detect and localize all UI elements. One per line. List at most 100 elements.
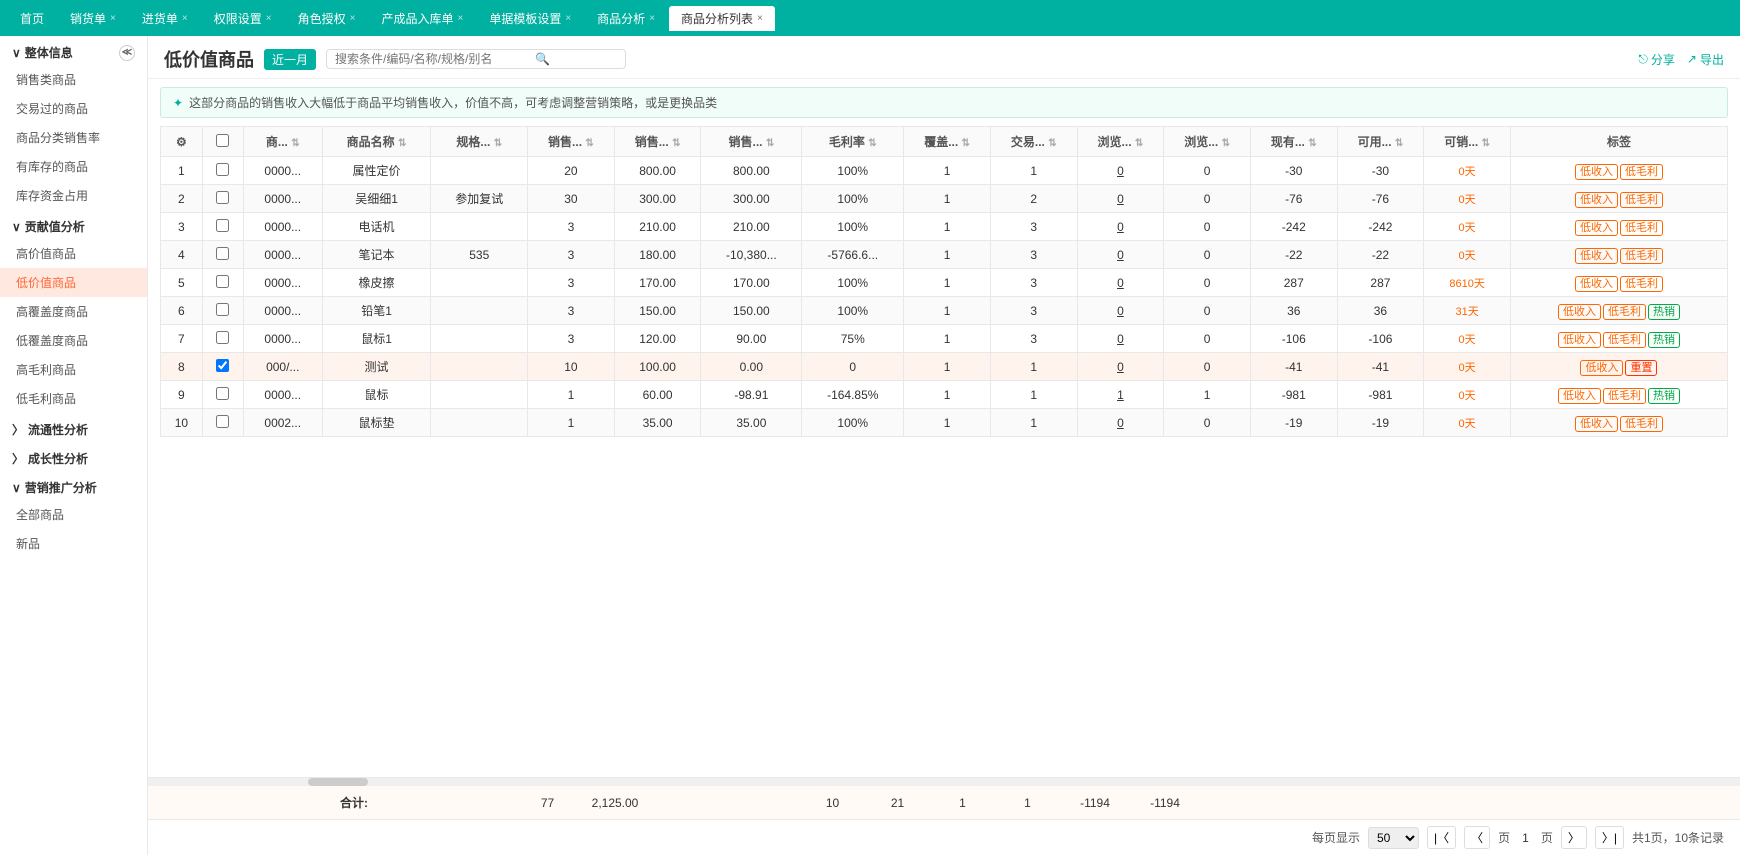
nav-roles[interactable]: 角色授权 × — [286, 6, 368, 31]
prev-page-button[interactable]: 〈 — [1464, 826, 1490, 849]
row-checkbox[interactable] — [202, 269, 243, 297]
row-browse1[interactable]: 0 — [1077, 297, 1164, 325]
row-check[interactable] — [216, 415, 229, 428]
row-browse1[interactable]: 1 — [1077, 381, 1164, 409]
col-browse2[interactable]: 浏览... ⇅ — [1164, 127, 1251, 157]
table-row[interactable]: 6 0000... 铅笔1 3 150.00 150.00 100% 1 3 0… — [161, 297, 1728, 325]
col-available[interactable]: 可用... ⇅ — [1337, 127, 1424, 157]
row-checkbox[interactable] — [202, 325, 243, 353]
sidebar-item-new-products[interactable]: 新品 — [0, 529, 147, 558]
sidebar-item-category-rate[interactable]: 商品分类销售率 — [0, 123, 147, 152]
table-row[interactable]: 2 0000... 吴细细1 参加复试 30 300.00 300.00 100… — [161, 185, 1728, 213]
close-sales-icon[interactable]: × — [110, 13, 116, 24]
row-check[interactable] — [216, 331, 229, 344]
col-gross-rate[interactable]: 毛利率 ⇅ — [802, 127, 904, 157]
search-input[interactable] — [335, 52, 535, 66]
col-sales-qty[interactable]: 销售... ⇅ — [528, 127, 615, 157]
sidebar-item-high-margin[interactable]: 高毛利商品 — [0, 355, 147, 384]
table-row[interactable]: 4 0000... 笔记本 535 3 180.00 -10,380... -5… — [161, 241, 1728, 269]
table-row[interactable]: 7 0000... 鼠标1 3 120.00 90.00 75% 1 3 0 0… — [161, 325, 1728, 353]
col-browse1[interactable]: 浏览... ⇅ — [1077, 127, 1164, 157]
row-check[interactable] — [216, 163, 229, 176]
sidebar-group-circulation[interactable]: 〉 流通性分析 — [0, 413, 147, 442]
filter-tag-button[interactable]: 近一月 — [264, 49, 316, 70]
next-page-button[interactable]: 〉 — [1561, 826, 1587, 849]
col-tags[interactable]: 标签 — [1510, 127, 1727, 157]
sidebar-item-low-margin[interactable]: 低毛利商品 — [0, 384, 147, 413]
table-row[interactable]: 9 0000... 鼠标 1 60.00 -98.91 -164.85% 1 1… — [161, 381, 1728, 409]
sidebar-item-low-value[interactable]: 低价值商品 — [0, 268, 147, 297]
row-checkbox[interactable] — [202, 409, 243, 437]
sidebar-item-high-value[interactable]: 高价值商品 — [0, 239, 147, 268]
col-trade[interactable]: 交易... ⇅ — [990, 127, 1077, 157]
close-product-analysis-icon[interactable]: × — [649, 13, 655, 24]
table-row[interactable]: 10 0002... 鼠标垫 1 35.00 35.00 100% 1 1 0 … — [161, 409, 1728, 437]
row-browse1[interactable]: 0 — [1077, 241, 1164, 269]
row-check[interactable] — [216, 275, 229, 288]
close-permissions-icon[interactable]: × — [266, 13, 272, 24]
sidebar-item-stock-capital[interactable]: 库存资金占用 — [0, 181, 147, 210]
col-sellable[interactable]: 可销... ⇅ — [1424, 127, 1511, 157]
row-check[interactable] — [216, 303, 229, 316]
sidebar-group-growth[interactable]: 〉 成长性分析 — [0, 442, 147, 471]
share-button[interactable]: ⎋ 分享 — [1638, 51, 1675, 68]
col-coverage[interactable]: 覆盖... ⇅ — [904, 127, 991, 157]
per-page-select[interactable]: 50 100 200 — [1368, 827, 1419, 849]
row-check[interactable] — [216, 191, 229, 204]
row-browse1[interactable]: 0 — [1077, 409, 1164, 437]
sidebar-item-stock-products[interactable]: 有库存的商品 — [0, 152, 147, 181]
sidebar-item-traded-products[interactable]: 交易过的商品 — [0, 94, 147, 123]
sidebar-item-sales-products[interactable]: 销售类商品 — [0, 65, 147, 94]
col-spec[interactable]: 规格... ⇅ — [431, 127, 528, 157]
row-browse1[interactable]: 0 — [1077, 353, 1164, 381]
row-checkbox[interactable] — [202, 213, 243, 241]
col-sales-amount[interactable]: 销售... ⇅ — [614, 127, 701, 157]
row-checkbox[interactable] — [202, 381, 243, 409]
close-purchase-icon[interactable]: × — [182, 13, 188, 24]
collapse-overview-btn[interactable]: ≪ — [119, 45, 135, 61]
sidebar-item-all-products[interactable]: 全部商品 — [0, 500, 147, 529]
close-product-list-icon[interactable]: × — [757, 13, 763, 24]
row-checkbox[interactable] — [202, 297, 243, 325]
row-checkbox[interactable] — [202, 157, 243, 185]
nav-home[interactable]: 首页 — [8, 6, 56, 31]
col-code[interactable]: 商... ⇅ — [243, 127, 322, 157]
sidebar-item-low-coverage[interactable]: 低覆盖度商品 — [0, 326, 147, 355]
export-button[interactable]: ↗ 导出 — [1687, 51, 1724, 68]
row-check[interactable] — [216, 247, 229, 260]
nav-sales[interactable]: 销货单 × — [58, 6, 128, 31]
col-current-stock[interactable]: 现有... ⇅ — [1250, 127, 1337, 157]
table-row[interactable]: 5 0000... 橡皮擦 3 170.00 170.00 100% 1 3 0… — [161, 269, 1728, 297]
first-page-button[interactable]: |〈 — [1427, 826, 1456, 849]
sidebar-item-high-coverage[interactable]: 高覆盖度商品 — [0, 297, 147, 326]
row-checkbox[interactable] — [202, 353, 243, 381]
col-name[interactable]: 商品名称 ⇅ — [322, 127, 431, 157]
row-checkbox[interactable] — [202, 241, 243, 269]
close-stock-in-icon[interactable]: × — [457, 13, 463, 24]
nav-stock-in[interactable]: 产成品入库单 × — [369, 6, 475, 31]
close-template-icon[interactable]: × — [565, 13, 571, 24]
last-page-button[interactable]: 〉| — [1595, 826, 1624, 849]
row-browse1[interactable]: 0 — [1077, 213, 1164, 241]
select-all-checkbox[interactable] — [216, 134, 229, 147]
row-browse1[interactable]: 0 — [1077, 325, 1164, 353]
nav-product-analysis[interactable]: 商品分析 × — [585, 6, 667, 31]
table-row[interactable]: 1 0000... 属性定价 20 800.00 800.00 100% 1 1… — [161, 157, 1728, 185]
sidebar-group-overview[interactable]: ∨ 整体信息 ≪ — [0, 36, 147, 65]
nav-template[interactable]: 单据模板设置 × — [477, 6, 583, 31]
search-icon[interactable]: 🔍 — [535, 52, 550, 66]
row-check[interactable] — [216, 387, 229, 400]
row-check[interactable] — [216, 359, 229, 372]
table-row[interactable]: 3 0000... 电话机 3 210.00 210.00 100% 1 3 0… — [161, 213, 1728, 241]
nav-product-list[interactable]: 商品分析列表 × — [669, 6, 775, 31]
row-checkbox[interactable] — [202, 185, 243, 213]
col-checkbox[interactable] — [202, 127, 243, 157]
row-browse1[interactable]: 0 — [1077, 269, 1164, 297]
row-check[interactable] — [216, 219, 229, 232]
col-sales-cost[interactable]: 销售... ⇅ — [701, 127, 802, 157]
table-row[interactable]: 8 000/... 测试 10 100.00 0.00 0 1 1 0 0 -4… — [161, 353, 1728, 381]
col-settings[interactable]: ⚙ — [161, 127, 203, 157]
row-browse1[interactable]: 0 — [1077, 185, 1164, 213]
nav-purchase[interactable]: 进货单 × — [130, 6, 200, 31]
sidebar-group-contribution[interactable]: ∨ 贡献值分析 — [0, 210, 147, 239]
